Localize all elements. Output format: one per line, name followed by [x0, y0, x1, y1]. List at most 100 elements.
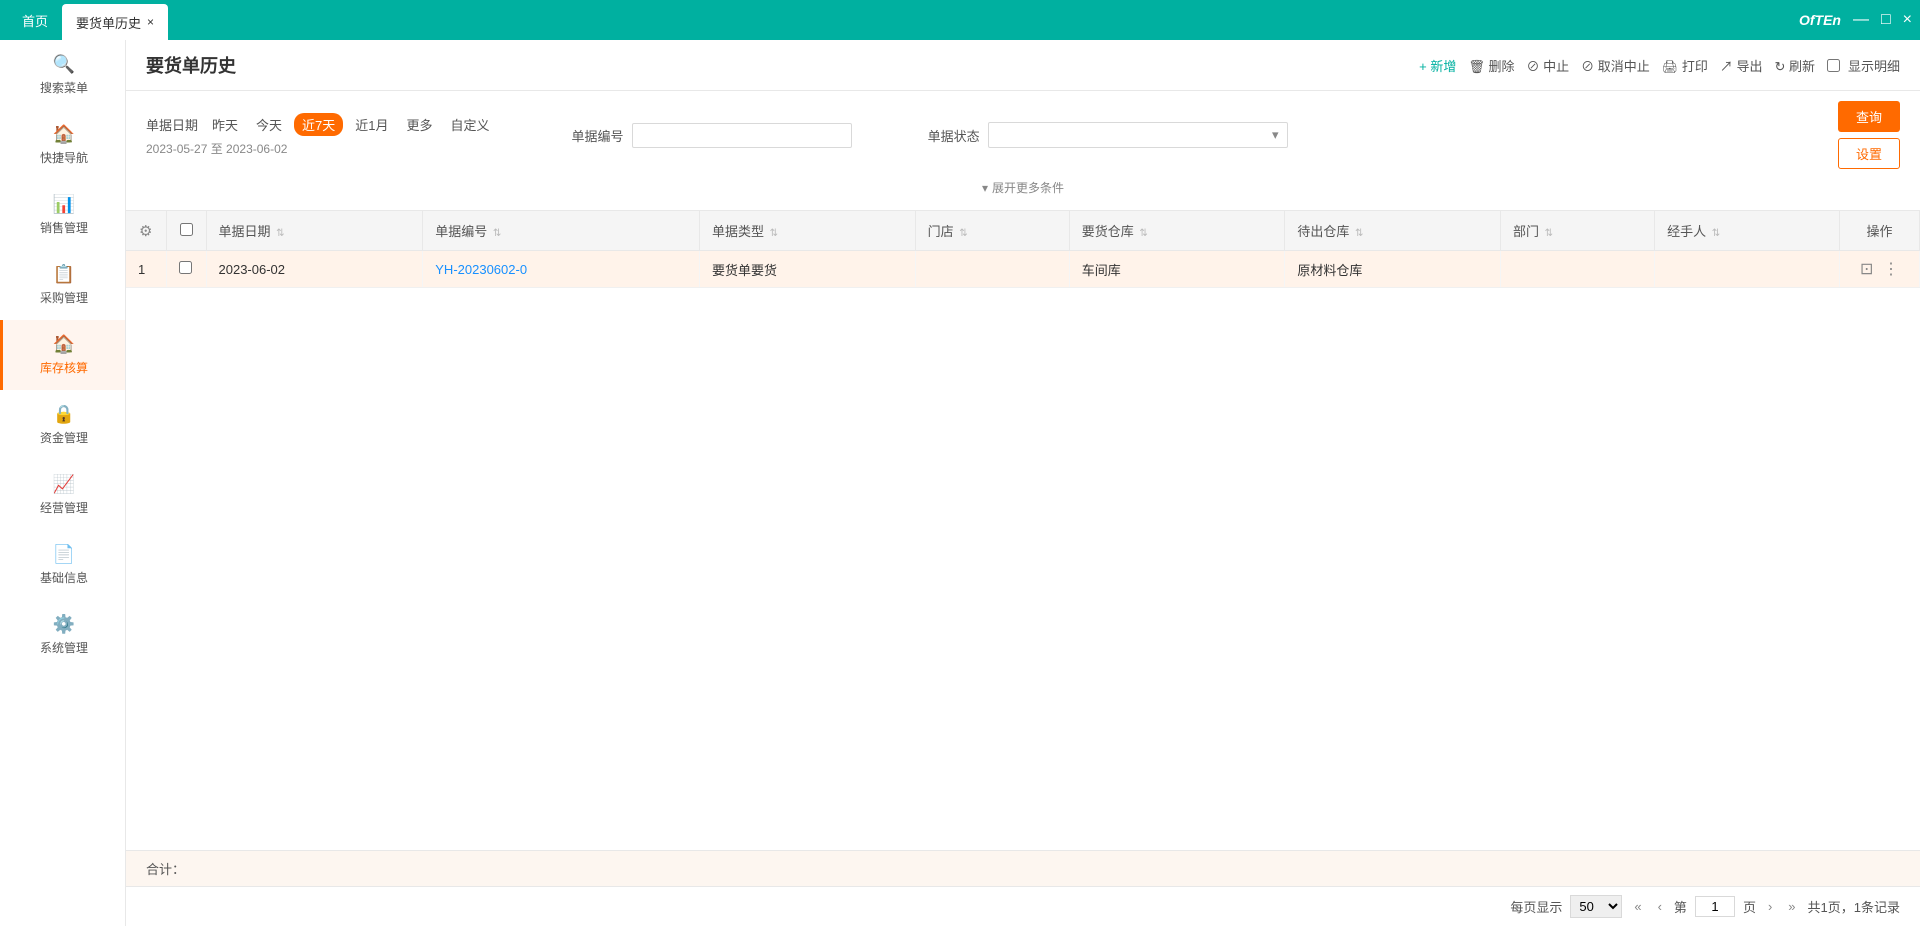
sort-department-icon[interactable]: ⇅ [1545, 228, 1553, 239]
setting-button[interactable]: 设置 [1838, 138, 1900, 169]
row-pending-warehouse: 原材料仓库 [1297, 263, 1362, 278]
finance-icon: 🔒 [53, 404, 75, 425]
date-options: 昨天 今天 近7天 近1月 更多 自定义 [206, 113, 496, 136]
minimize-btn[interactable]: — [1853, 11, 1869, 29]
stop-button[interactable]: ⊘ 中止 [1526, 56, 1569, 75]
date-filter-label: 单据日期 [146, 115, 198, 134]
date-opt-today[interactable]: 今天 [250, 113, 288, 136]
filter-area: 单据日期 昨天 今天 近7天 近1月 更多 自定义 2023-05-27 至 2… [126, 91, 1920, 211]
sort-number-icon[interactable]: ⇅ [493, 228, 501, 239]
row-checkbox[interactable] [179, 261, 192, 274]
page-header: 要货单历史 + 新增 🗑 删除 ⊘ 中止 ⊘ 取消中止 🖨 打印 ↗ 导出 ↻ … [126, 40, 1920, 91]
th-department: 部门 ⇅ [1501, 211, 1655, 251]
table-settings-icon[interactable]: ⚙ [139, 223, 152, 240]
status-select[interactable]: ▾ [988, 122, 1288, 148]
expand-more-label: 展开更多条件 [992, 179, 1064, 196]
date-opt-7days[interactable]: 近7天 [294, 113, 343, 136]
main-layout: 🔍 搜索菜单 🏠 快捷导航 📊 销售管理 📋 采购管理 🏠 库存核算 🔒 资金管… [0, 40, 1920, 926]
display-toggle-checkbox[interactable] [1827, 59, 1840, 72]
date-opt-yesterday[interactable]: 昨天 [206, 113, 244, 136]
tab-close-icon[interactable]: × [147, 15, 154, 29]
basic-icon: 📄 [53, 544, 75, 565]
sidebar-item-system[interactable]: ⚙️ 系统管理 [0, 600, 125, 670]
select-all-checkbox[interactable] [180, 223, 193, 236]
last-page-btn[interactable]: » [1784, 897, 1799, 916]
sidebar-label-basic: 基础信息 [40, 569, 88, 586]
row-index: 1 [138, 262, 145, 277]
td-handler [1655, 251, 1840, 288]
sidebar-label-quick-nav: 快捷导航 [40, 149, 88, 166]
sort-pending-warehouse-icon[interactable]: ⇅ [1355, 228, 1363, 239]
purchase-icon: 📋 [53, 264, 75, 285]
active-tab-label: 要货单历史 [76, 13, 141, 32]
print-button[interactable]: 🖨 打印 [1662, 56, 1708, 75]
sidebar-item-inventory[interactable]: 🏠 库存核算 [0, 320, 125, 390]
filter-action-buttons: 查询 设置 [1838, 101, 1900, 169]
page-title: 要货单历史 [146, 52, 1419, 78]
filter-row-1: 单据日期 昨天 今天 近7天 近1月 更多 自定义 2023-05-27 至 2… [146, 101, 1900, 169]
brand-label: OfTEn [1799, 12, 1841, 28]
expand-more-row[interactable]: ▾ 展开更多条件 [146, 175, 1900, 200]
per-page-label: 每页显示 [1510, 897, 1562, 916]
expand-more-icon: ▾ [982, 181, 988, 195]
prev-page-btn[interactable]: ‹ [1654, 897, 1666, 916]
doc-number-input[interactable] [632, 123, 852, 148]
sort-req-warehouse-icon[interactable]: ⇅ [1139, 228, 1147, 239]
table-header-row: ⚙ 单据日期 ⇅ 单据编号 ⇅ [126, 211, 1920, 251]
refresh-button[interactable]: ↻ 刷新 [1774, 56, 1815, 75]
query-button[interactable]: 查询 [1838, 101, 1900, 132]
th-pending-warehouse: 待出仓库 ⇅ [1285, 211, 1501, 251]
sort-store-icon[interactable]: ⇅ [959, 228, 967, 239]
sidebar: 🔍 搜索菜单 🏠 快捷导航 📊 销售管理 📋 采购管理 🏠 库存核算 🔒 资金管… [0, 40, 126, 926]
sidebar-item-quick-nav[interactable]: 🏠 快捷导航 [0, 110, 125, 180]
td-req-warehouse: 车间库 [1069, 251, 1285, 288]
th-department-label: 部门 [1513, 224, 1539, 239]
display-toggle[interactable]: 显示明细 [1827, 56, 1900, 75]
row-edit-icon[interactable]: ⊡ [1857, 259, 1876, 279]
td-ops: ⊡ ⋮ [1840, 251, 1920, 288]
table-area: ⚙ 单据日期 ⇅ 单据编号 ⇅ [126, 211, 1920, 850]
per-page-select[interactable]: 50 10 20 100 [1570, 895, 1622, 918]
row-type: 要货单要货 [712, 263, 777, 278]
quick-nav-icon: 🏠 [53, 124, 75, 145]
delete-button[interactable]: 🗑 删除 [1468, 56, 1514, 75]
date-range-text: 2023-05-27 至 2023-06-02 [146, 140, 496, 157]
page-input[interactable] [1695, 896, 1735, 917]
cancel-stop-button[interactable]: ⊘ 取消中止 [1581, 56, 1650, 75]
tab-yaohuodan[interactable]: 要货单历史 × [62, 4, 168, 40]
export-button[interactable]: ↗ 导出 [1720, 56, 1763, 75]
date-opt-1month[interactable]: 近1月 [349, 113, 394, 136]
next-page-btn[interactable]: › [1764, 897, 1776, 916]
td-number: YH-20230602-0 [423, 251, 700, 288]
row-more-icon[interactable]: ⋮ [1880, 259, 1902, 279]
date-filter-group: 单据日期 昨天 今天 近7天 近1月 更多 自定义 2023-05-27 至 2… [146, 113, 496, 157]
add-button[interactable]: + 新增 [1419, 56, 1456, 75]
header-actions: + 新增 🗑 删除 ⊘ 中止 ⊘ 取消中止 🖨 打印 ↗ 导出 ↻ 刷新 显示明… [1419, 56, 1900, 75]
row-date: 2023-06-02 [219, 262, 286, 277]
row-number-link[interactable]: YH-20230602-0 [435, 262, 527, 277]
sidebar-label-finance: 资金管理 [40, 429, 88, 446]
date-opt-custom[interactable]: 自定义 [445, 113, 496, 136]
restore-btn[interactable]: □ [1881, 11, 1891, 29]
tab-home[interactable]: 首页 [8, 0, 62, 40]
sidebar-item-finance[interactable]: 🔒 资金管理 [0, 390, 125, 460]
sidebar-item-sales[interactable]: 📊 销售管理 [0, 180, 125, 250]
th-req-warehouse-label: 要货仓库 [1082, 224, 1134, 239]
td-pending-warehouse: 原材料仓库 [1285, 251, 1501, 288]
sidebar-item-basic[interactable]: 📄 基础信息 [0, 530, 125, 600]
footer-summary: 合计： [126, 850, 1920, 886]
sidebar-item-search-menu[interactable]: 🔍 搜索菜单 [0, 40, 125, 110]
date-opt-more[interactable]: 更多 [401, 113, 439, 136]
th-date: 单据日期 ⇅ [206, 211, 423, 251]
th-store-label: 门店 [928, 224, 954, 239]
first-page-btn[interactable]: « [1630, 897, 1645, 916]
close-btn[interactable]: × [1903, 11, 1912, 29]
system-icon: ⚙️ [53, 614, 75, 635]
sort-handler-icon[interactable]: ⇅ [1712, 228, 1720, 239]
th-store: 门店 ⇅ [915, 211, 1069, 251]
sidebar-item-purchase[interactable]: 📋 采购管理 [0, 250, 125, 320]
total-info: 共1页，1条记录 [1808, 897, 1900, 916]
sort-type-icon[interactable]: ⇅ [770, 228, 778, 239]
sidebar-item-operations[interactable]: 📈 经营管理 [0, 460, 125, 530]
sort-date-icon[interactable]: ⇅ [276, 228, 284, 239]
